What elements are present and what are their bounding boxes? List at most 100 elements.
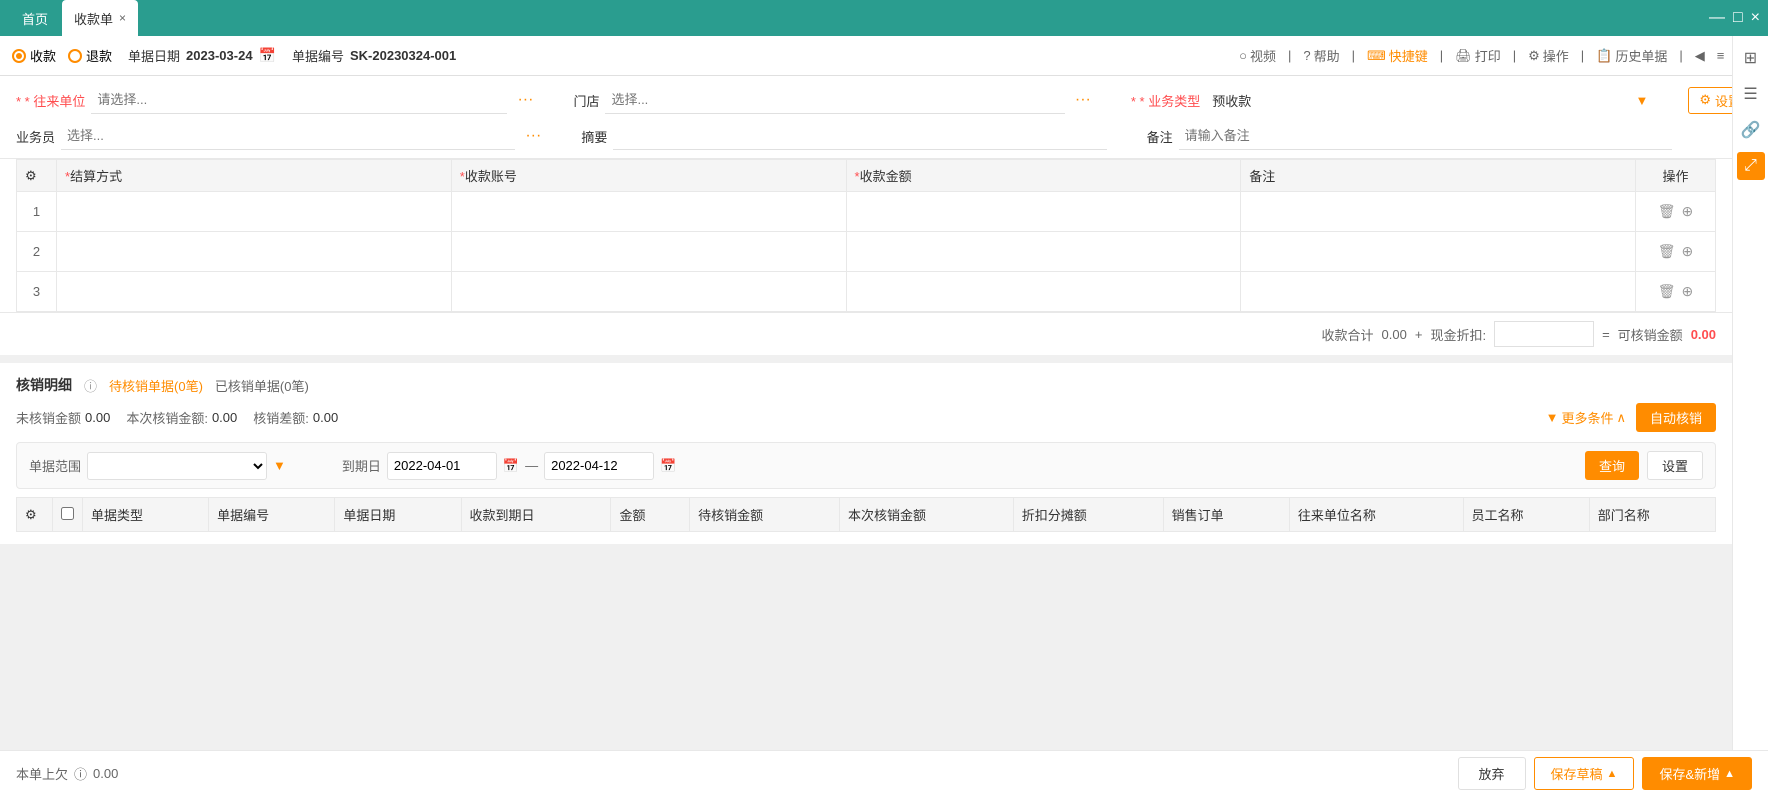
row3-account[interactable] (451, 272, 846, 312)
row2-notes[interactable] (1241, 232, 1636, 272)
row1-settlement[interactable] (57, 192, 452, 232)
sidebar-list-icon[interactable]: ☰ (1737, 80, 1765, 108)
equals-sign: = (1602, 327, 1610, 342)
chevron-up-icon: ∧ (1616, 410, 1626, 426)
store-input[interactable] (605, 86, 1064, 114)
row3-notes[interactable] (1241, 272, 1636, 312)
range-dropdown-icon[interactable]: ▼ (273, 458, 286, 473)
row1-copy-icon[interactable]: ⊕ (1682, 203, 1694, 220)
row2-account-input[interactable] (452, 232, 846, 271)
date-value[interactable]: 2023-03-24 (186, 48, 253, 63)
summary-label: 摘要 (581, 127, 607, 146)
end-calendar-icon[interactable]: 📅 (660, 458, 676, 474)
row3-amount[interactable] (846, 272, 1241, 312)
counterpart-input[interactable] (91, 86, 507, 114)
row1-amount-input[interactable] (847, 192, 1241, 231)
writeoff-info-icon[interactable]: ⓘ (84, 376, 97, 395)
tab-bar: 首页 收款单 × — □ × (0, 0, 1768, 36)
bottom-actions: 放弃 保存草稿 ▲ 保存&新增 ▲ (1458, 757, 1752, 790)
pending-tab[interactable]: 待核销单据(0笔) (109, 376, 203, 395)
print-btn[interactable]: 🖨 打印 (1455, 46, 1501, 65)
row2-amount-input[interactable] (847, 232, 1241, 271)
diff-label: 核销差额: (253, 408, 309, 427)
notes-label: 备注 (1147, 127, 1173, 146)
row1-delete-icon[interactable]: 🗑 (1658, 203, 1676, 220)
row3-account-input[interactable] (452, 272, 846, 311)
notes-input[interactable] (1179, 122, 1672, 150)
row3-actions: 🗑 ⊕ (1636, 272, 1716, 312)
row1-account[interactable] (451, 192, 846, 232)
due-date-start-input[interactable] (387, 452, 497, 480)
query-button[interactable]: 查询 (1585, 451, 1639, 480)
row3-copy-icon[interactable]: ⊕ (1682, 283, 1694, 300)
row3-settlement[interactable] (57, 272, 452, 312)
radio-receipt[interactable]: 收款 (12, 46, 56, 65)
start-calendar-icon[interactable]: 📅 (503, 458, 519, 474)
row3-settlement-input[interactable] (57, 272, 451, 311)
prev-icon[interactable]: ◀ (1695, 48, 1705, 64)
salesperson-input[interactable] (61, 122, 515, 150)
row2-settlement[interactable] (57, 232, 452, 272)
row2-amount[interactable] (846, 232, 1241, 272)
table-settings-th[interactable]: ⚙ (17, 160, 57, 192)
row1-account-input[interactable] (452, 192, 846, 231)
sidebar-expand-icon[interactable]: ⤢ (1737, 152, 1765, 180)
row1-amount[interactable] (846, 192, 1241, 232)
operations-btn[interactable]: ⚙ 操作 (1528, 46, 1569, 65)
help-btn[interactable]: ? 帮助 (1303, 46, 1339, 65)
wo-gear-th[interactable]: ⚙ (17, 498, 53, 532)
tab-home[interactable]: 首页 (8, 0, 62, 36)
history-label: 历史单据 (1615, 46, 1667, 65)
salesperson-label: 业务员 (16, 127, 55, 146)
radio-refund[interactable]: 退款 (68, 46, 112, 65)
uncancelled-label: 未核销金额 (16, 408, 81, 427)
store-more-icon[interactable]: ··· (1075, 91, 1091, 109)
discard-button[interactable]: 放弃 (1458, 757, 1526, 790)
wo-pending-amount-th: 待核销金额 (690, 498, 840, 532)
shortcut-btn[interactable]: ⌨ 快捷键 (1367, 46, 1428, 65)
writeoff-settings-button[interactable]: 设置 (1647, 451, 1703, 480)
salesperson-more-icon[interactable]: ··· (525, 127, 541, 145)
due-date-end-input[interactable] (544, 452, 654, 480)
sidebar-link-icon[interactable]: 🔗 (1737, 116, 1765, 144)
row3-amount-input[interactable] (847, 272, 1241, 311)
close-window-icon[interactable]: × (1751, 9, 1760, 27)
auto-writeoff-button[interactable]: 自动核销 (1636, 403, 1716, 432)
more-conditions-btn[interactable]: ▼ 更多条件 ∧ (1546, 408, 1626, 427)
row2-notes-input[interactable] (1241, 232, 1635, 271)
nav-menu-icon[interactable]: ≡ (1717, 48, 1725, 63)
sidebar-table-icon[interactable]: ⊞ (1737, 44, 1765, 72)
row3-notes-input[interactable] (1241, 272, 1635, 311)
row3-delete-icon[interactable]: 🗑 (1658, 283, 1676, 300)
row1-notes-input[interactable] (1241, 192, 1635, 231)
tab-close-icon[interactable]: × (119, 11, 126, 25)
wo-select-all-checkbox[interactable] (61, 507, 74, 520)
save-draft-button[interactable]: 保存草稿 ▲ (1534, 757, 1635, 790)
row2-account[interactable] (451, 232, 846, 272)
maximize-icon[interactable]: □ (1733, 9, 1743, 27)
current-amount: 本次核销金额: 0.00 (126, 408, 237, 427)
tab-active-receipt[interactable]: 收款单 × (62, 0, 138, 36)
done-tab[interactable]: 已核销单据(0笔) (215, 376, 309, 395)
row2-settlement-input[interactable] (57, 232, 451, 271)
history-btn[interactable]: 📋 历史单据 (1596, 46, 1667, 65)
summary-input[interactable] (613, 122, 1106, 150)
row2-copy-icon[interactable]: ⊕ (1682, 243, 1694, 260)
range-select[interactable] (87, 452, 267, 480)
business-type-dropdown-icon[interactable]: ▼ (1635, 93, 1648, 108)
row1-notes[interactable] (1241, 192, 1636, 232)
calendar-icon[interactable]: 📅 (259, 47, 276, 64)
wo-bill-number-th: 单据编号 (209, 498, 335, 532)
save-new-button[interactable]: 保存&新增 ▲ (1642, 757, 1752, 790)
row1-settlement-input[interactable] (57, 192, 451, 231)
wo-discount-th: 折扣分摊额 (1013, 498, 1163, 532)
video-btn[interactable]: ○ 视频 (1239, 46, 1276, 65)
operations-label: 操作 (1543, 46, 1569, 65)
wo-bill-date-th: 单据日期 (335, 498, 461, 532)
minimize-icon[interactable]: — (1709, 9, 1725, 27)
row2-delete-icon[interactable]: 🗑 (1658, 243, 1676, 260)
wo-checkbox-th[interactable] (53, 498, 83, 532)
carry-forward-info-icon[interactable]: ⓘ (74, 764, 87, 783)
discount-input[interactable] (1494, 321, 1594, 347)
counterpart-more-icon[interactable]: ··· (517, 91, 533, 109)
